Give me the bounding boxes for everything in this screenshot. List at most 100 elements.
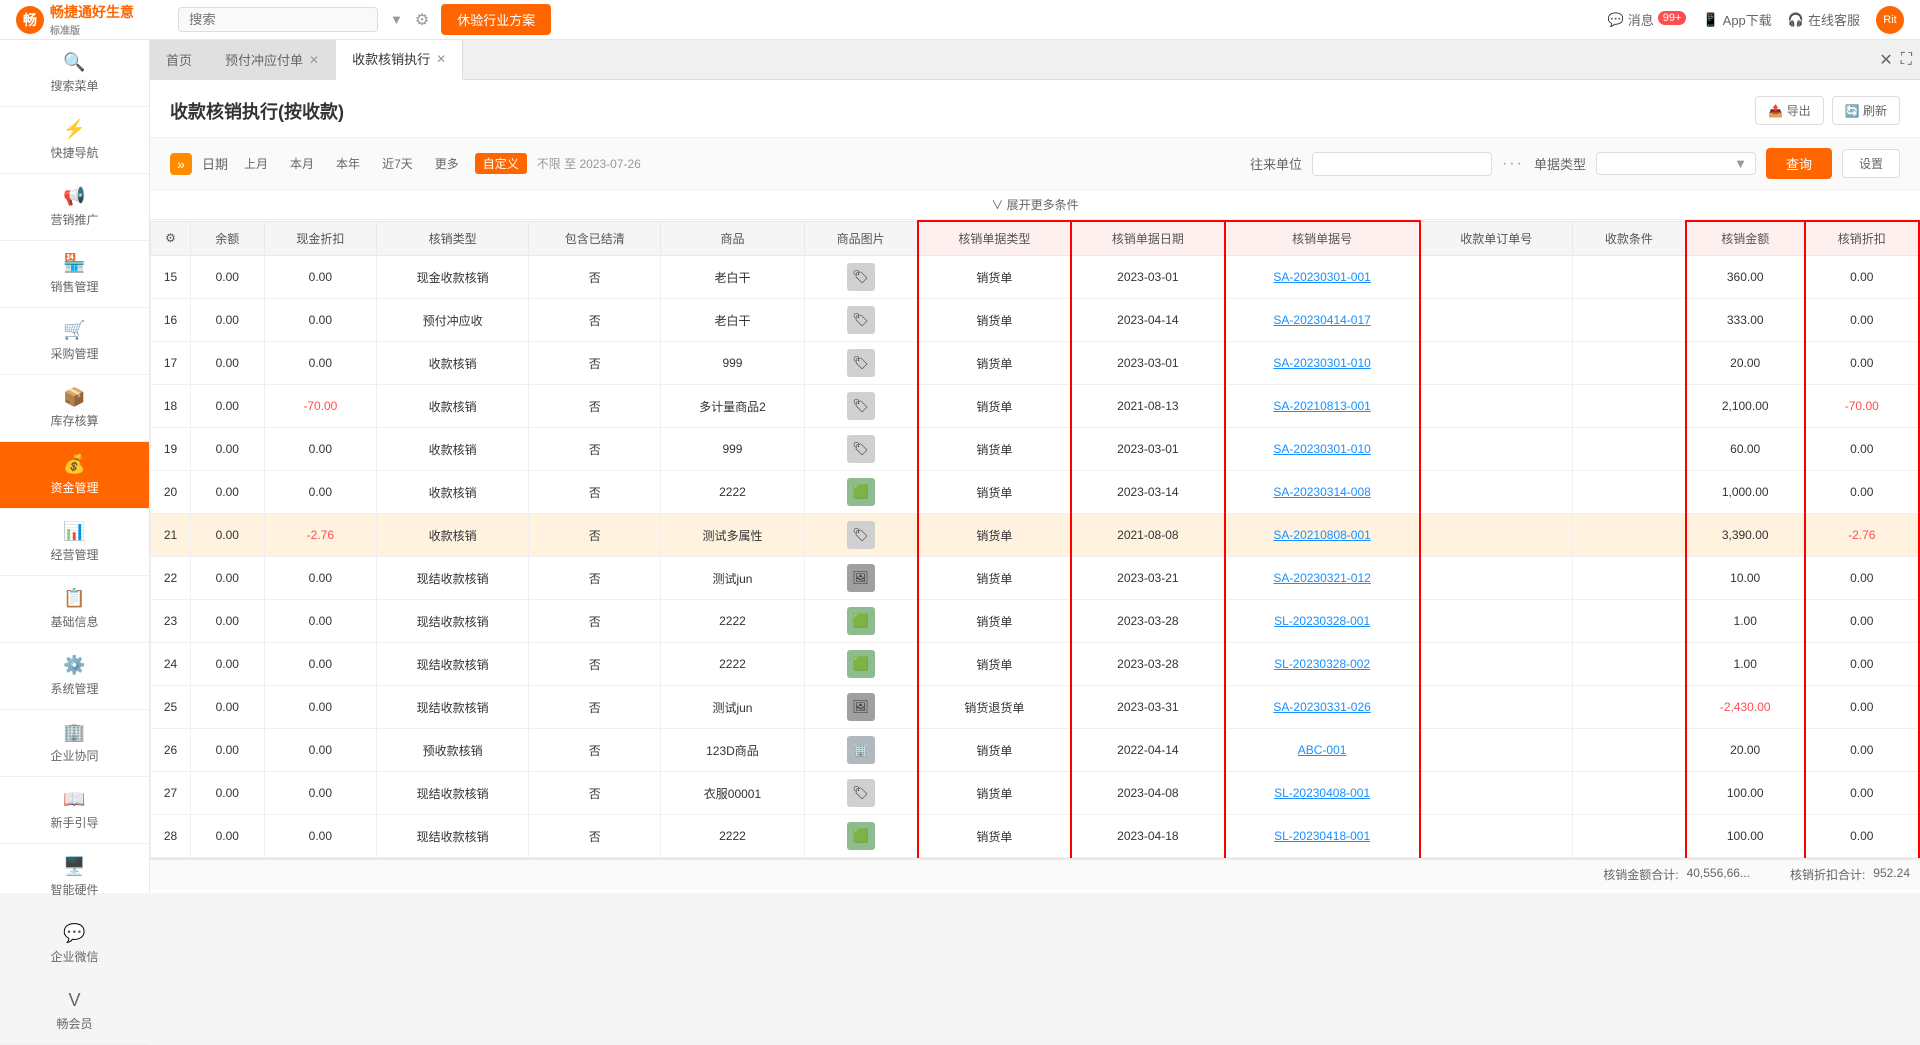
- sidebar-label-corp: 企业协同: [50, 747, 98, 764]
- cell-9: [1420, 686, 1573, 729]
- fullscreen-icon[interactable]: ⛶: [1901, 51, 1912, 69]
- user-avatar[interactable]: Rit: [1876, 6, 1904, 34]
- cell-5: 🏷: [804, 385, 918, 428]
- query-button[interactable]: 查询: [1766, 148, 1832, 179]
- expand-bar[interactable]: ∨ 展开更多条件: [150, 190, 1920, 220]
- cell-8[interactable]: SL-20230418-001: [1225, 815, 1420, 858]
- cell-1: -70.00: [264, 385, 377, 428]
- cell-11: 1.00: [1686, 600, 1805, 643]
- cell-8[interactable]: SA-20230331-026: [1225, 686, 1420, 729]
- cell-3: 否: [529, 471, 661, 514]
- filter-7days[interactable]: 近7天: [376, 153, 419, 174]
- cell-8[interactable]: SA-20230301-010: [1225, 428, 1420, 471]
- sidebar-item-corp[interactable]: 🏢企业协同: [0, 710, 149, 777]
- tab-close-prepay[interactable]: ✕: [309, 53, 319, 67]
- cell-8[interactable]: SA-20210813-001: [1225, 385, 1420, 428]
- cell-2: 现结收款核销: [377, 686, 529, 729]
- solution-button[interactable]: 休验行业方案: [441, 4, 551, 35]
- cell-no: 24: [151, 643, 191, 686]
- notification-label: 消息: [1628, 10, 1654, 29]
- tab-prepay[interactable]: 预付冲应付单 ✕: [209, 40, 336, 80]
- filter-this-month[interactable]: 本月: [284, 153, 320, 174]
- notification-button[interactable]: 💬 消息 99+: [1608, 10, 1687, 29]
- cell-8[interactable]: SA-20210808-001: [1225, 514, 1420, 557]
- filter-this-year[interactable]: 本年: [330, 153, 366, 174]
- table-container[interactable]: ⚙余额现金折扣核销类型包含已结清商品商品图片核销单据类型核销单据日期核销单据号收…: [150, 220, 1920, 893]
- sidebar-item-hardware[interactable]: 🖥️智能硬件: [0, 844, 149, 911]
- table-row: 220.000.00现结收款核销否测试jun🖼销货单2023-03-21SA-2…: [151, 557, 1920, 600]
- cell-12: 0.00: [1805, 557, 1919, 600]
- cell-5: 🏷: [804, 256, 918, 299]
- dropdown-icon[interactable]: ▼: [390, 12, 403, 27]
- sidebar-item-finance[interactable]: 💰资金管理: [0, 442, 149, 509]
- cell-8[interactable]: SA-20230321-012: [1225, 557, 1420, 600]
- cell-12: 0.00: [1805, 342, 1919, 385]
- table-row: 240.000.00现结收款核销否2222🟩销货单2023-03-28SL-20…: [151, 643, 1920, 686]
- product-image: 🖼: [847, 693, 875, 721]
- setting-button[interactable]: 设置: [1842, 149, 1900, 178]
- filter-bar: » 日期 上月 本月 本年 近7天 更多 自定义 不限 至 2023-07-26…: [150, 138, 1920, 190]
- sidebar-item-search[interactable]: 🔍搜索菜单: [0, 40, 149, 107]
- filter-last-month[interactable]: 上月: [238, 153, 274, 174]
- sidebar-item-wechat[interactable]: 💬企业微信: [0, 911, 149, 978]
- cell-8[interactable]: SA-20230301-001: [1225, 256, 1420, 299]
- cell-8[interactable]: ABC-001: [1225, 729, 1420, 772]
- partner-input[interactable]: [1312, 152, 1492, 176]
- cell-3: 否: [529, 514, 661, 557]
- col-header-cancel_type: 核销类型: [377, 221, 529, 256]
- cell-11: 100.00: [1686, 772, 1805, 815]
- sidebar-item-marketing[interactable]: 📢营销推广: [0, 174, 149, 241]
- cell-1: 0.00: [264, 557, 377, 600]
- tab-collection[interactable]: 收款核销执行✕: [336, 40, 463, 80]
- refresh-button[interactable]: 🔄 刷新: [1832, 96, 1900, 125]
- export-button[interactable]: 📤 导出: [1755, 96, 1823, 125]
- cell-6: 销货单: [918, 514, 1072, 557]
- table-row: 270.000.00现结收款核销否衣服00001🏷销货单2023-04-08SL…: [151, 772, 1920, 815]
- product-image: 🏷: [847, 263, 875, 291]
- close-tab-icon[interactable]: ✕: [1879, 50, 1892, 70]
- sidebar-item-operations[interactable]: 📊经营管理: [0, 509, 149, 576]
- filter-more[interactable]: 更多: [429, 153, 465, 174]
- cell-6: 销货单: [918, 557, 1072, 600]
- cell-9: [1420, 514, 1573, 557]
- partner-label: 往来单位: [1250, 154, 1302, 173]
- cell-12: 0.00: [1805, 729, 1919, 772]
- cell-4: 2222: [661, 815, 804, 858]
- col-settings[interactable]: ⚙: [151, 221, 191, 256]
- app-download-button[interactable]: 📱 App下载: [1702, 10, 1771, 29]
- search-input[interactable]: [178, 7, 378, 32]
- cell-8[interactable]: SL-20230328-001: [1225, 600, 1420, 643]
- cell-5: 🟩: [804, 643, 918, 686]
- cell-8[interactable]: SA-20230314-008: [1225, 471, 1420, 514]
- sidebar-item-purchase[interactable]: 🛒采购管理: [0, 308, 149, 375]
- cell-11: 1.00: [1686, 643, 1805, 686]
- filter-toggle-button[interactable]: »: [170, 153, 192, 175]
- cell-8[interactable]: SA-20230414-017: [1225, 299, 1420, 342]
- sidebar-item-basic[interactable]: 📋基础信息: [0, 576, 149, 643]
- sidebar-item-quick[interactable]: ⚡快捷导航: [0, 107, 149, 174]
- gear-icon[interactable]: ⚙: [415, 10, 429, 30]
- sidebar-icon-finance: 💰: [63, 454, 85, 475]
- sidebar-item-vip[interactable]: V畅会员: [0, 978, 149, 1045]
- cell-12: 0.00: [1805, 256, 1919, 299]
- sidebar-item-inventory[interactable]: 📦库存核算: [0, 375, 149, 442]
- cell-8[interactable]: SA-20230301-010: [1225, 342, 1420, 385]
- sidebar-item-sales[interactable]: 🏪销售管理: [0, 241, 149, 308]
- tab-home[interactable]: 首页: [150, 40, 209, 80]
- cell-8[interactable]: SL-20230408-001: [1225, 772, 1420, 815]
- cell-8[interactable]: SL-20230328-002: [1225, 643, 1420, 686]
- product-image: 🏷: [847, 349, 875, 377]
- table-row: 260.000.00预收款核销否123D商品🏢销货单2022-04-14ABC-…: [151, 729, 1920, 772]
- cell-3: 否: [529, 729, 661, 772]
- sidebar-item-guide[interactable]: 📖新手引导: [0, 777, 149, 844]
- table-header: ⚙余额现金折扣核销类型包含已结清商品商品图片核销单据类型核销单据日期核销单据号收…: [151, 221, 1920, 256]
- filter-custom[interactable]: 自定义: [475, 153, 527, 174]
- cell-9: [1420, 385, 1573, 428]
- export-icon: 📤: [1768, 104, 1783, 118]
- tab-label-prepay: 预付冲应付单: [225, 50, 303, 69]
- online-service-button[interactable]: 🎧 在线客服: [1788, 10, 1860, 29]
- bill-type-select[interactable]: ▼: [1596, 152, 1756, 175]
- cell-1: 0.00: [264, 299, 377, 342]
- tab-close-collection[interactable]: ✕: [436, 52, 446, 66]
- sidebar-item-system[interactable]: ⚙️系统管理: [0, 643, 149, 710]
